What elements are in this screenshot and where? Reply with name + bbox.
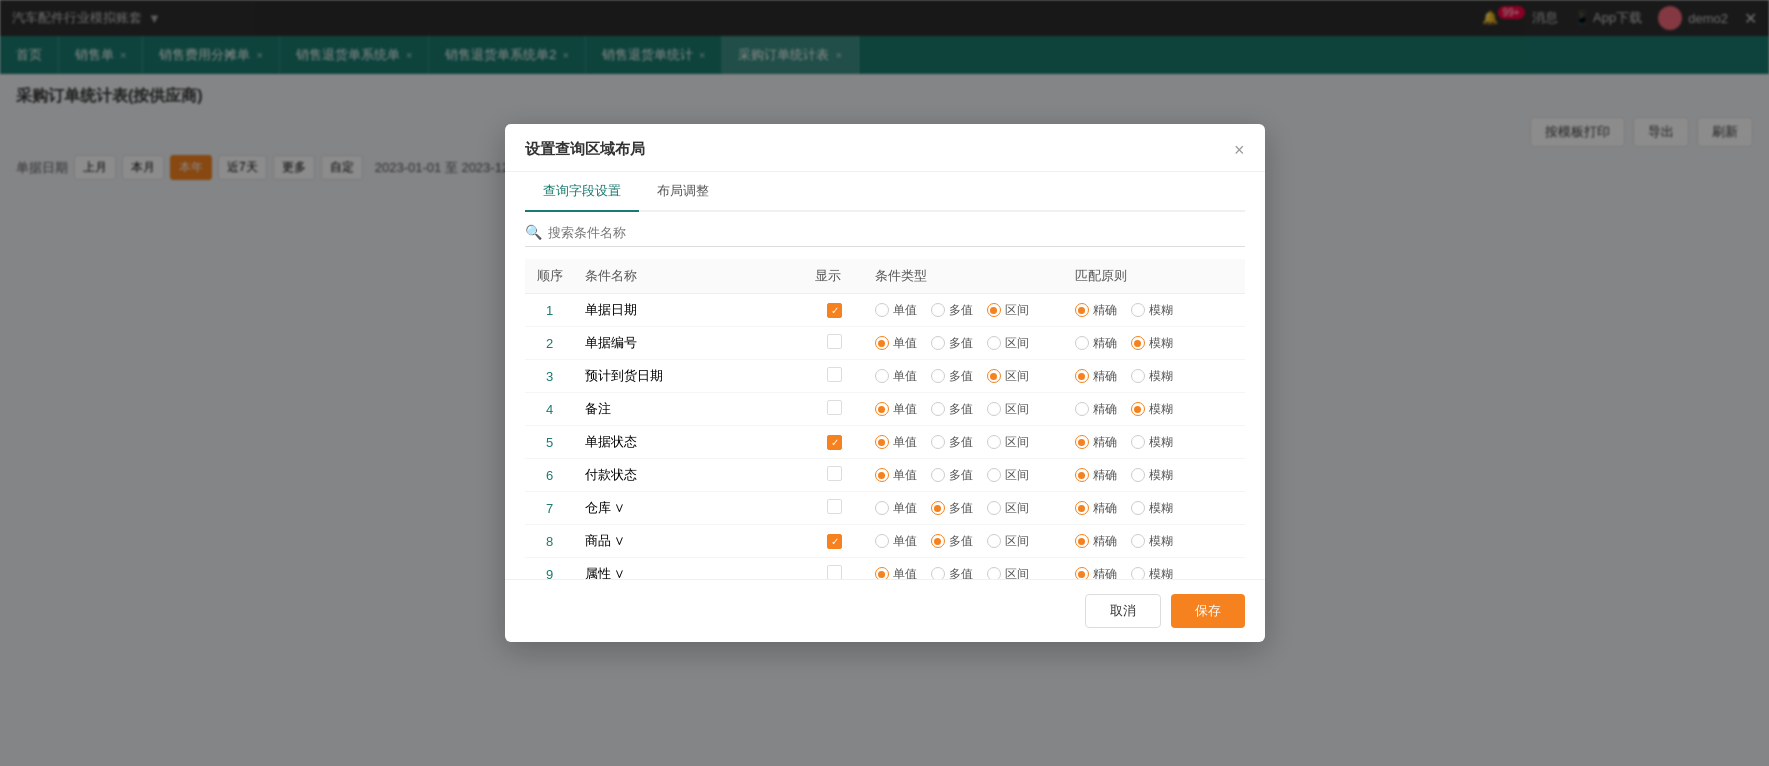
dialog-body: 查询字段设置 布局调整 🔍 顺序 条件名称 显示 — [505, 172, 1265, 200]
tab-query-fields[interactable]: 查询字段设置 — [525, 172, 639, 200]
dialog-close-button[interactable]: × — [1234, 141, 1245, 159]
tab-layout-adjust[interactable]: 布局调整 — [639, 172, 727, 200]
dialog-header: 设置查询区域布局 × — [505, 124, 1265, 172]
modal-overlay: 设置查询区域布局 × 查询字段设置 布局调整 🔍 — [0, 0, 1769, 200]
settings-dialog: 设置查询区域布局 × 查询字段设置 布局调整 🔍 — [505, 124, 1265, 200]
dialog-title: 设置查询区域布局 — [525, 140, 645, 159]
dialog-tab-bar: 查询字段设置 布局调整 — [525, 172, 1245, 200]
